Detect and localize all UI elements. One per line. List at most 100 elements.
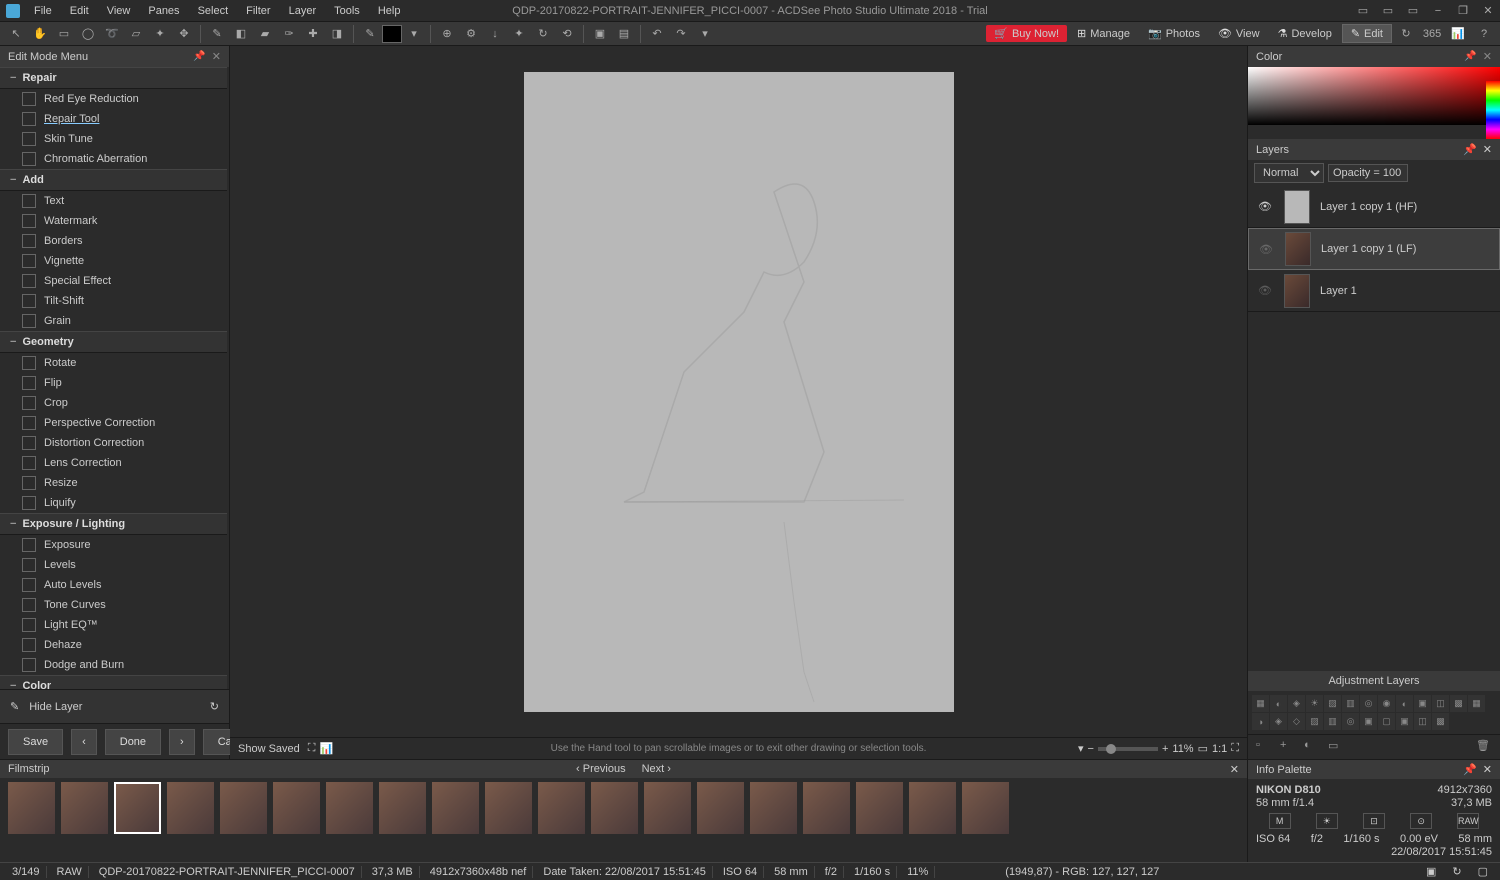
move-icon[interactable]: ✥: [175, 25, 193, 43]
wand-icon[interactable]: ✦: [151, 25, 169, 43]
layer-item-lf[interactable]: 👁 Layer 1 copy 1 (LF): [1248, 228, 1500, 270]
filmstrip-thumb[interactable]: [697, 782, 744, 834]
minimize-button[interactable]: −: [1426, 2, 1450, 20]
prev-button[interactable]: ‹ Previous: [576, 763, 626, 775]
filmstrip-thumb[interactable]: [379, 782, 426, 834]
visibility-icon[interactable]: 👁: [1257, 240, 1275, 258]
view-mode-button[interactable]: 👁 View: [1210, 25, 1268, 42]
marquee-ellipse-icon[interactable]: ◯: [79, 25, 97, 43]
adj-icon[interactable]: ◑: [1252, 713, 1269, 730]
pin-icon[interactable]: 📌: [1464, 51, 1476, 62]
adj-icon[interactable]: ▥: [1342, 695, 1359, 712]
close-icon[interactable]: ✕: [1230, 763, 1239, 776]
tool-tilt-shift[interactable]: Tilt-Shift: [0, 291, 227, 311]
tool-crop[interactable]: Crop: [0, 393, 227, 413]
sync-icon[interactable]: ↻: [1397, 25, 1415, 43]
tool-auto-levels[interactable]: Auto Levels: [0, 575, 227, 595]
adj-icon[interactable]: ▦: [1468, 695, 1485, 712]
adj-icon[interactable]: ▨: [1306, 713, 1323, 730]
photos-mode-button[interactable]: 📷 Photos: [1140, 25, 1208, 42]
fill-icon[interactable]: ▰: [256, 25, 274, 43]
tool-tone-curves[interactable]: Tone Curves: [0, 595, 227, 615]
tool-distortion[interactable]: Distortion Correction: [0, 433, 227, 453]
adj-icon[interactable]: ◐: [1396, 695, 1413, 712]
prev-button[interactable]: ‹: [71, 729, 97, 755]
layer-item-hf[interactable]: 👁 Layer 1 copy 1 (HF): [1248, 186, 1500, 228]
zoom-in-icon[interactable]: +: [1162, 743, 1168, 755]
tool-chromatic[interactable]: Chromatic Aberration: [0, 149, 227, 169]
redo2-icon[interactable]: ↷: [672, 25, 690, 43]
menu-view[interactable]: View: [99, 3, 139, 19]
zoom-fit-icon[interactable]: ▭: [1198, 742, 1208, 755]
duplicate-icon[interactable]: ▭: [1328, 739, 1344, 755]
adj-icon[interactable]: ◇: [1288, 713, 1305, 730]
filmstrip-thumb[interactable]: [61, 782, 108, 834]
filmstrip-thumb[interactable]: [326, 782, 373, 834]
zoom-expand-icon[interactable]: ⛶: [1231, 742, 1239, 755]
marquee-rect-icon[interactable]: ▭: [55, 25, 73, 43]
histogram-icon[interactable]: 📊: [319, 742, 333, 755]
color-swatch-icon[interactable]: [382, 25, 402, 43]
undo-icon[interactable]: ↶: [648, 25, 666, 43]
filmstrip-thumbs[interactable]: [0, 778, 1247, 837]
adj-icon[interactable]: ▣: [1414, 695, 1431, 712]
lasso-icon[interactable]: ➰: [103, 25, 121, 43]
gradient-icon[interactable]: ◨: [328, 25, 346, 43]
canvas-viewport[interactable]: [230, 46, 1247, 737]
buy-now-button[interactable]: 🛒 Buy Now!: [986, 25, 1067, 42]
adj-icon[interactable]: ▩: [1432, 713, 1449, 730]
visibility-icon[interactable]: 👁: [1256, 198, 1274, 216]
filmstrip-thumb[interactable]: [962, 782, 1009, 834]
adj-icon[interactable]: ▩: [1450, 695, 1467, 712]
develop-mode-button[interactable]: ⚗ Develop: [1270, 25, 1340, 42]
visibility-icon[interactable]: 👁: [1256, 282, 1274, 300]
edit-mode-button[interactable]: ✎ Edit: [1342, 24, 1392, 43]
hue-slider[interactable]: [1486, 81, 1500, 139]
pointer-tool-icon[interactable]: ↖: [7, 25, 25, 43]
close-icon[interactable]: ✕: [212, 50, 221, 63]
adj-icon[interactable]: ▣: [1396, 713, 1413, 730]
dropdown-icon[interactable]: ▾: [405, 25, 423, 43]
tool-light-eq[interactable]: Light EQ™: [0, 615, 227, 635]
new-layer-icon[interactable]: ▫: [1256, 739, 1272, 755]
tools-list[interactable]: Repair Red Eye Reduction Repair Tool Ski…: [0, 67, 229, 689]
status-icon2[interactable]: ↻: [1446, 865, 1467, 878]
aux-window-3[interactable]: ▭: [1401, 2, 1425, 20]
layer-item-base[interactable]: 👁 Layer 1: [1248, 270, 1500, 312]
hand-tool-icon[interactable]: ✋: [31, 25, 49, 43]
brush-preset-icon[interactable]: ✎: [10, 700, 19, 713]
filmstrip-thumb[interactable]: [114, 782, 161, 834]
adj-icon[interactable]: ☀: [1306, 695, 1323, 712]
delete-layer-icon[interactable]: 🗑: [1476, 739, 1492, 755]
tool-exposure[interactable]: Exposure: [0, 535, 227, 555]
zoom-slider[interactable]: [1098, 747, 1158, 751]
adj-icon[interactable]: ◎: [1360, 695, 1377, 712]
adj-icon[interactable]: ◉: [1378, 695, 1395, 712]
aux-window-2[interactable]: ▭: [1376, 2, 1400, 20]
tool-dehaze[interactable]: Dehaze: [0, 635, 227, 655]
tool-lens[interactable]: Lens Correction: [0, 453, 227, 473]
tool-special-effect[interactable]: Special Effect: [0, 271, 227, 291]
history-icon[interactable]: ▾: [696, 25, 714, 43]
add-layer-icon[interactable]: +: [1280, 739, 1296, 755]
pin-icon[interactable]: 📌: [1463, 143, 1477, 156]
close-button[interactable]: ✕: [1476, 2, 1500, 20]
gear-icon[interactable]: ⚙: [462, 25, 480, 43]
eraser-icon[interactable]: ◧: [232, 25, 250, 43]
show-saved-button[interactable]: Show Saved: [238, 743, 300, 755]
adj-icon[interactable]: ◈: [1270, 713, 1287, 730]
menu-tools[interactable]: Tools: [326, 3, 368, 19]
done-button[interactable]: Done: [105, 729, 161, 755]
tool-vignette[interactable]: Vignette: [0, 251, 227, 271]
canvas-image[interactable]: [524, 72, 954, 712]
filmstrip-thumb[interactable]: [432, 782, 479, 834]
adj-icon[interactable]: ▣: [1360, 713, 1377, 730]
filmstrip-thumb[interactable]: [644, 782, 691, 834]
color-picker[interactable]: [1248, 67, 1500, 139]
next-button[interactable]: ›: [169, 729, 195, 755]
tool-borders[interactable]: Borders: [0, 231, 227, 251]
adj-icon[interactable]: ▥: [1324, 713, 1341, 730]
filmstrip-thumb[interactable]: [856, 782, 903, 834]
group-color[interactable]: Color: [0, 675, 227, 689]
adj-icon[interactable]: ▨: [1324, 695, 1341, 712]
